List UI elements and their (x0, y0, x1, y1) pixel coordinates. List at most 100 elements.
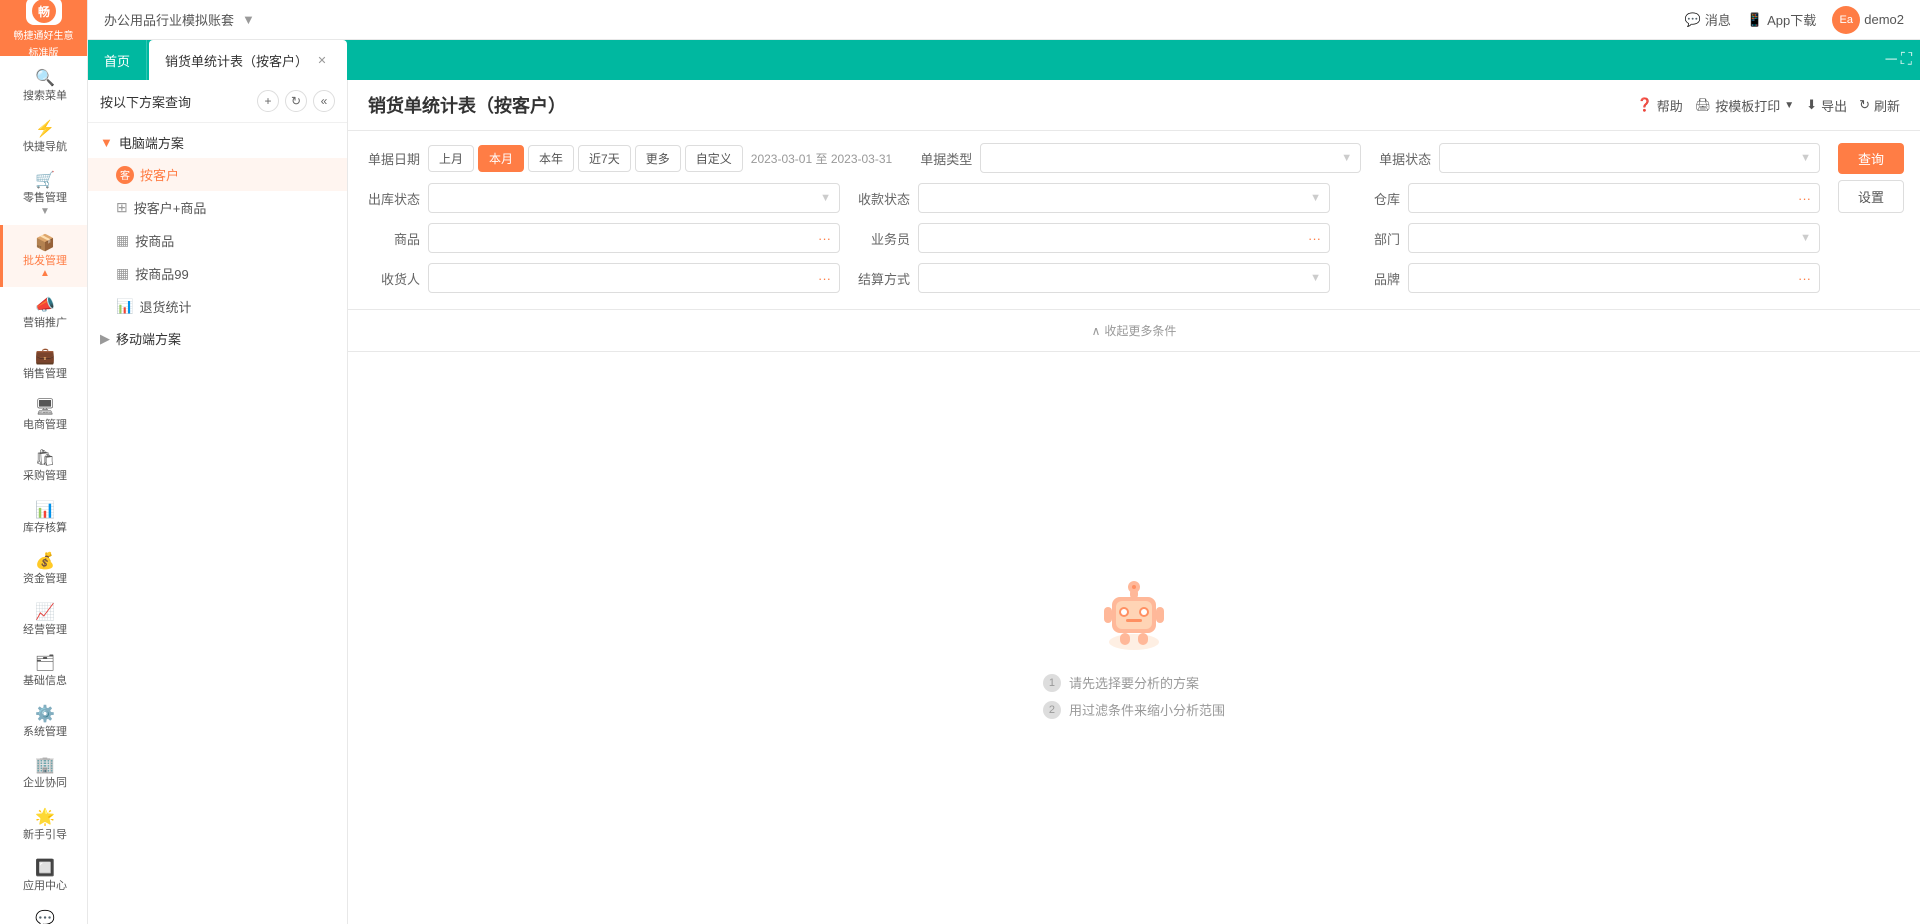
date-label: 单据日期 (368, 149, 420, 168)
sidebar-item-finance[interactable]: 💰 资金管理 (0, 543, 87, 594)
inventory-icon: 📊 (35, 500, 55, 520)
scheme-item-by-product[interactable]: ▦ 按商品 (88, 224, 347, 257)
tab-sales-stats[interactable]: 销货单统计表（按客户） ✕ (149, 40, 347, 80)
sidebar-item-system[interactable]: ⚙️ 系统管理 (0, 696, 87, 747)
payment-status-select[interactable]: ▼ (918, 183, 1330, 213)
scheme-item-return-stats[interactable]: 📊 退货统计 (88, 290, 347, 323)
message-icon: 💬 (1685, 12, 1701, 28)
department-arrow: ▼ (1800, 232, 1811, 244)
settlement-select[interactable]: ▼ (918, 263, 1330, 293)
sidebar-item-purchase[interactable]: 🛍 采购管理 (0, 440, 87, 491)
topbar-left: 办公用品行业模拟账套 ▼ (104, 10, 255, 29)
query-actions: 查询 设置 (1838, 143, 1904, 213)
sidebar-item-inventory[interactable]: 📊 库存核算 (0, 492, 87, 543)
scheme-panel: 按以下方案查询 + ↻ « ▼ (88, 80, 348, 924)
salesperson-label: 业务员 (858, 229, 910, 248)
account-dropdown-arrow[interactable]: ▼ (242, 12, 255, 27)
salesperson-select[interactable]: ··· (918, 223, 1330, 253)
more-date-btn[interactable]: 更多 (635, 145, 681, 172)
sidebar-item-retail[interactable]: 🛒 零售管理 ▼ (0, 162, 87, 224)
empty-tip-2: 2 用过滤条件来缩小分析范围 (1043, 700, 1225, 719)
sidebar-item-ecommerce[interactable]: 🖥 电商管理 (0, 389, 87, 440)
sidebar-item-corp[interactable]: 🏢 企业协同 (0, 747, 87, 798)
customer-scheme-icon: 客 (116, 166, 134, 184)
scheme-group-mobile-header[interactable]: ▶ 移动端方案 (88, 323, 347, 354)
query-btn[interactable]: 查询 (1838, 143, 1904, 174)
last-7-days-btn[interactable]: 近7天 (578, 145, 631, 172)
scheme-item-by-customer[interactable]: 客 按客户 (88, 158, 347, 191)
recipient-label: 收货人 (368, 269, 420, 288)
order-type-label: 单据类型 (920, 149, 972, 168)
sidebar-item-wechat[interactable]: 💬 企业微信 (0, 901, 87, 924)
wholesale-expand-arrow: ▲ (40, 268, 50, 279)
product-dots: ··· (818, 231, 831, 246)
warehouse-select[interactable]: ··· (1408, 183, 1820, 213)
custom-date-btn[interactable]: 自定义 (685, 145, 743, 172)
export-btn[interactable]: ⬇ 导出 (1806, 96, 1847, 115)
sidebar-label-shortcut: 快捷导航 (23, 141, 67, 154)
warehouse-dots: ··· (1798, 191, 1811, 206)
tabbar: 首页 销货单统计表（按客户） ✕ ─ ⛶ (88, 40, 1920, 80)
order-type-arrow: ▼ (1341, 152, 1352, 164)
payment-status-label: 收款状态 (858, 189, 910, 208)
last-month-btn[interactable]: 上月 (428, 145, 474, 172)
department-select[interactable]: ▼ (1408, 223, 1820, 253)
sidebar-label-appstore: 应用中心 (23, 880, 67, 893)
tab-close-btn[interactable]: ✕ (314, 52, 330, 68)
message-btn[interactable]: 💬 消息 (1685, 10, 1731, 29)
scheme-collapse-btn[interactable]: « (313, 90, 335, 112)
sidebar-label-marketing: 营销推广 (23, 317, 67, 330)
right-panel: 销货单统计表（按客户） ❓ 帮助 🖨 按模板打印 ▼ ⬇ 导出 (348, 80, 1920, 924)
table-icon-2: ▦ (116, 265, 129, 282)
user-menu[interactable]: Ea demo2 (1832, 6, 1904, 34)
collapse-icon: « (321, 94, 328, 108)
tab-minimize-btn[interactable]: ─ (1885, 51, 1896, 69)
sidebar-item-sales[interactable]: 💼 销售管理 (0, 338, 87, 389)
tip-text-1: 请先选择要分析的方案 (1069, 673, 1199, 692)
system-icon: ⚙️ (35, 704, 55, 724)
add-icon: + (264, 94, 271, 108)
template-print-arrow: ▼ (1784, 100, 1794, 111)
finance-icon: 💰 (35, 551, 55, 571)
sidebar-item-wholesale[interactable]: 📦 批发管理 ▲ (0, 225, 87, 287)
sidebar-item-shortcut[interactable]: ⚡ 快捷导航 (0, 111, 87, 162)
marketing-icon: 📣 (35, 295, 55, 315)
product-select[interactable]: ··· (428, 223, 840, 253)
mobile-group-arrow: ▶ (100, 331, 110, 347)
page-header: 销货单统计表（按客户） ❓ 帮助 🖨 按模板打印 ▼ ⬇ 导出 (348, 80, 1920, 131)
collapse-more-conditions-btn[interactable]: ∧ 收起更多条件 (1080, 318, 1189, 343)
scheme-add-btn[interactable]: + (257, 90, 279, 112)
date-quick-select: 上月 本月 本年 近7天 更多 自定义 (428, 145, 743, 172)
scheme-list: ▼ 电脑端方案 客 按客户 ⊞ 按客户+商品 ▦ (88, 123, 347, 924)
sidebar-item-operations[interactable]: 📈 经营管理 (0, 594, 87, 645)
sidebar-label-system: 系统管理 (23, 726, 67, 739)
tab-maximize-btn[interactable]: ⛶ (1901, 51, 1912, 69)
ecommerce-icon: 🖥 (35, 397, 55, 417)
tab-home[interactable]: 首页 (88, 40, 147, 80)
app-download-btn[interactable]: 📱 App下载 (1747, 10, 1816, 29)
scheme-refresh-btn[interactable]: ↻ (285, 90, 307, 112)
recipient-select[interactable]: ··· (428, 263, 840, 293)
refresh-btn[interactable]: ↻ 刷新 (1859, 96, 1900, 115)
order-status-select[interactable]: ▼ (1439, 143, 1820, 173)
sidebar-item-appstore[interactable]: 🔲 应用中心 (0, 850, 87, 901)
help-btn[interactable]: ❓ 帮助 (1637, 96, 1683, 115)
app-logo: 畅 畅捷通好生意 标准版 (0, 0, 87, 56)
sidebar-item-newbie[interactable]: 🌟 新手引导 (0, 799, 87, 850)
order-type-select[interactable]: ▼ (980, 143, 1361, 173)
template-print-btn[interactable]: 🖨 按模板打印 ▼ (1695, 96, 1794, 115)
delivery-status-select[interactable]: ▼ (428, 183, 840, 213)
sidebar-item-basic[interactable]: 🗂 基础信息 (0, 645, 87, 696)
brand-select[interactable]: ··· (1408, 263, 1820, 293)
scheme-item-by-customer-product[interactable]: ⊞ 按客户+商品 (88, 191, 347, 224)
collapse-arrow: ∧ (1092, 324, 1101, 338)
sidebar-item-search[interactable]: 🔍 搜索菜单 (0, 60, 87, 111)
svg-text:畅: 畅 (37, 4, 49, 19)
this-year-btn[interactable]: 本年 (528, 145, 574, 172)
scheme-group-desktop-header[interactable]: ▼ 电脑端方案 (88, 127, 347, 158)
this-month-btn[interactable]: 本月 (478, 145, 524, 172)
settings-btn[interactable]: 设置 (1838, 180, 1904, 213)
scheme-label-by-customer: 按客户 (140, 165, 179, 184)
sidebar-item-marketing[interactable]: 📣 营销推广 (0, 287, 87, 338)
scheme-item-by-product-99[interactable]: ▦ 按商品99 (88, 257, 347, 290)
